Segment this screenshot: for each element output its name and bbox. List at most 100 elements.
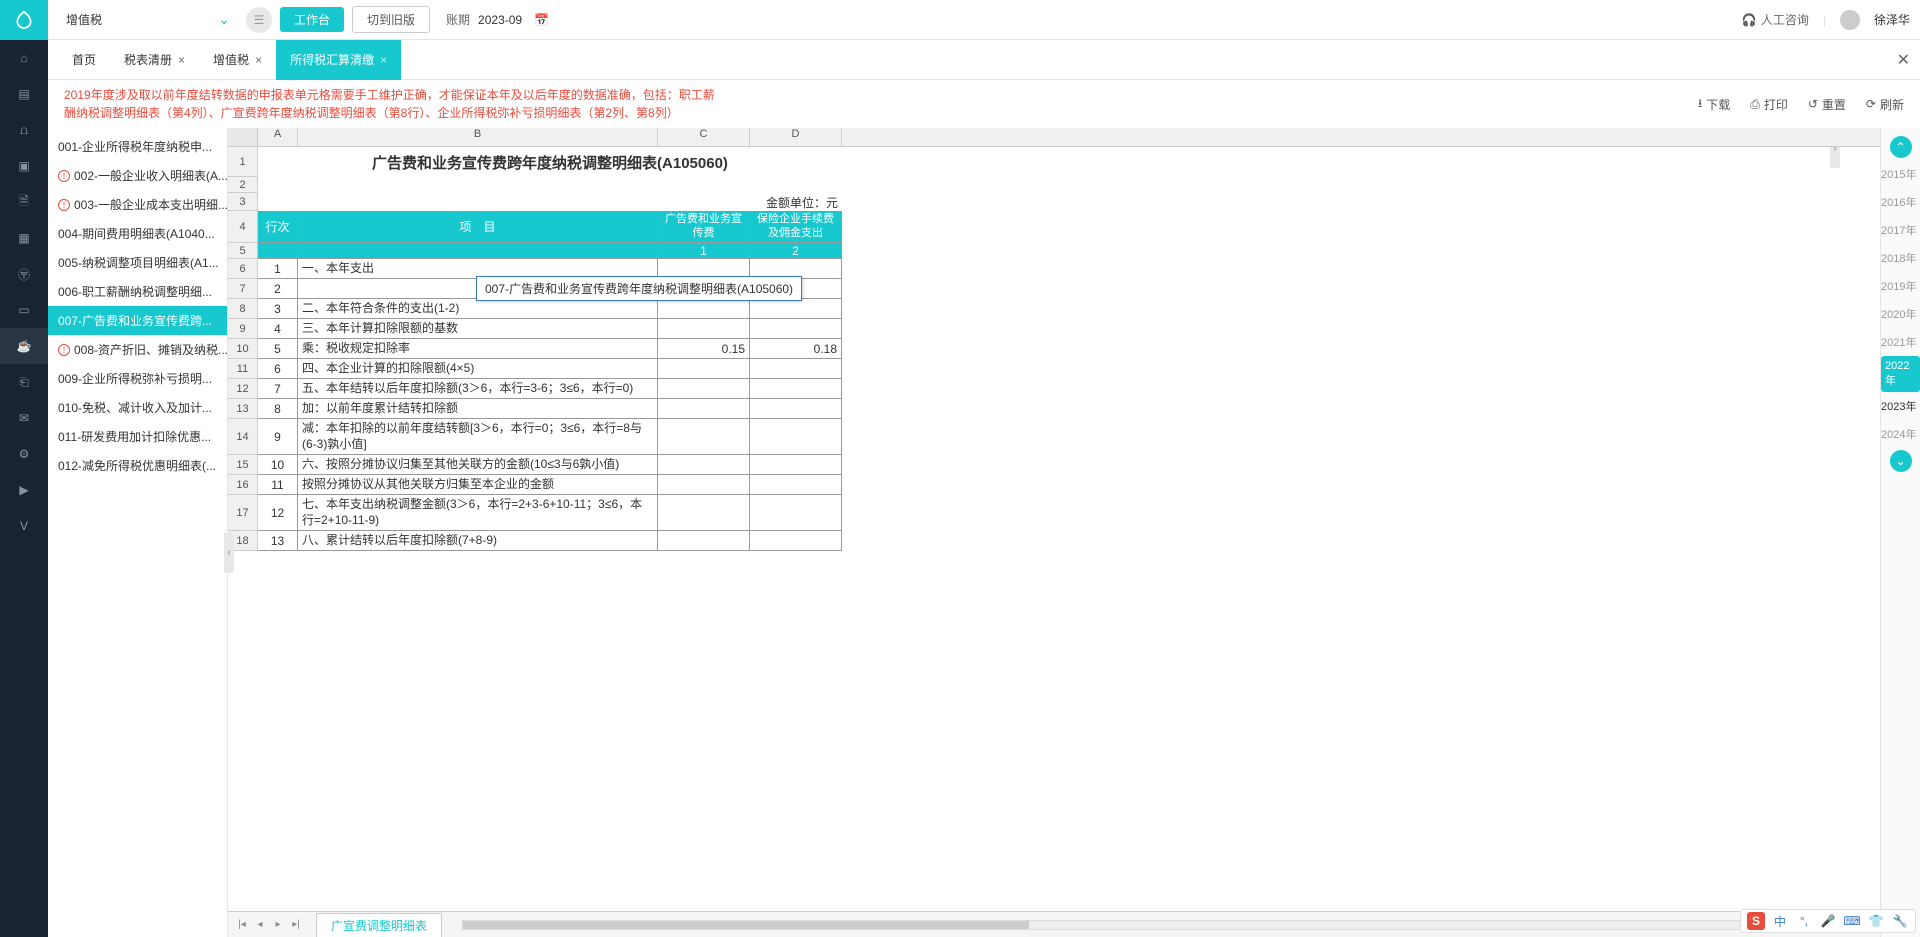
horizontal-scrollbar[interactable]: [462, 919, 1880, 931]
ime-zh-icon[interactable]: 中: [1771, 912, 1789, 930]
form-item-4[interactable]: 005-纳税调整项目明细表(A1...: [48, 248, 227, 277]
year-2022年[interactable]: 2022年: [1881, 356, 1920, 392]
row-header[interactable]: 10: [228, 339, 258, 359]
nav-stamp-icon[interactable]: 〶: [0, 256, 48, 292]
tab-2[interactable]: 增值税×: [199, 40, 276, 80]
col-header-a[interactable]: A: [258, 128, 298, 146]
cell[interactable]: 10: [258, 455, 298, 475]
cell[interactable]: [658, 379, 750, 399]
refresh-button[interactable]: ⟳刷新: [1866, 94, 1904, 115]
cell[interactable]: 八、累计结转以后年度扣除额(7+8-9): [298, 531, 658, 551]
scroll-thumb[interactable]: [463, 921, 1029, 929]
cell[interactable]: 七、本年支出纳税调整金额(3＞6，本行=2+3-6+10-11；3≤6，本行=2…: [298, 495, 658, 531]
cell[interactable]: [750, 475, 842, 495]
nav-report-icon[interactable]: ▦: [0, 220, 48, 256]
nav-bag-icon[interactable]: ▣: [0, 148, 48, 184]
cell[interactable]: 广告费和业务宣传费: [658, 211, 750, 243]
cell[interactable]: 减：本年扣除的以前年度结转额[3＞6，本行=0；3≤6，本行=8与(6-3)孰小…: [298, 419, 658, 455]
year-2015年[interactable]: 2015年: [1881, 160, 1920, 188]
nav-video-icon[interactable]: ▶: [0, 472, 48, 508]
cell[interactable]: 乘：税收规定扣除率: [298, 339, 658, 359]
nav-settings-icon[interactable]: ⚙: [0, 436, 48, 472]
cell[interactable]: 行次: [258, 211, 298, 243]
row-header[interactable]: 2: [228, 177, 258, 193]
row-header[interactable]: 15: [228, 455, 258, 475]
year-2024年[interactable]: 2024年: [1881, 420, 1920, 448]
cell[interactable]: 二、本年符合条件的支出(1-2): [298, 299, 658, 319]
year-2020年[interactable]: 2020年: [1881, 300, 1920, 328]
cell[interactable]: [750, 399, 842, 419]
nav-doc-icon[interactable]: ▤: [0, 76, 48, 112]
ime-mic-icon[interactable]: 🎤: [1819, 912, 1837, 930]
row-header[interactable]: 8: [228, 299, 258, 319]
ime-keyboard-icon[interactable]: ⌨: [1843, 912, 1861, 930]
cell[interactable]: [658, 299, 750, 319]
cell[interactable]: 六、按照分摊协议归集至其他关联方的金额(10≤3与6孰小值): [298, 455, 658, 475]
sheet-first-icon[interactable]: |◂: [234, 919, 250, 930]
year-2023年[interactable]: 2023年: [1881, 392, 1920, 420]
cell[interactable]: 13: [258, 531, 298, 551]
year-2019年[interactable]: 2019年: [1881, 272, 1920, 300]
username[interactable]: 徐泽华: [1874, 11, 1910, 28]
cell[interactable]: 加：以前年度累计结转扣除额: [298, 399, 658, 419]
cell[interactable]: [658, 359, 750, 379]
form-item-9[interactable]: 010-免税、减计收入及加计...: [48, 393, 227, 422]
ime-s-icon[interactable]: S: [1747, 912, 1765, 930]
ime-toolbar[interactable]: S 中 °, 🎤 ⌨ 👕 🔧: [1740, 909, 1916, 933]
period-value[interactable]: 2023-09: [478, 13, 522, 27]
form-item-1[interactable]: !002-一般企业收入明细表(A...: [48, 161, 227, 190]
form-item-2[interactable]: !003-一般企业成本支出明细...: [48, 190, 227, 219]
nav-clipboard-icon[interactable]: 🗎: [0, 184, 48, 220]
cell[interactable]: [750, 531, 842, 551]
form-item-3[interactable]: 004-期间费用明细表(A1040...: [48, 219, 227, 248]
cell[interactable]: 0.18: [750, 339, 842, 359]
cell[interactable]: [658, 531, 750, 551]
cell[interactable]: 8: [258, 399, 298, 419]
avatar[interactable]: [1840, 10, 1860, 30]
row-header[interactable]: 11: [228, 359, 258, 379]
cell[interactable]: 3: [258, 299, 298, 319]
cell[interactable]: 1: [258, 259, 298, 279]
calendar-icon[interactable]: 📅: [534, 13, 549, 27]
form-item-5[interactable]: 006-职工薪酬纳税调整明细...: [48, 277, 227, 306]
cell[interactable]: 按照分摊协议从其他关联方归集至本企业的金额: [298, 475, 658, 495]
col-header-b[interactable]: B: [298, 128, 658, 146]
cell[interactable]: 五、本年结转以后年度扣除额(3＞6，本行=3-6；3≤6，本行=0): [298, 379, 658, 399]
cell[interactable]: [750, 455, 842, 475]
cell[interactable]: [658, 399, 750, 419]
cell[interactable]: [658, 419, 750, 455]
consult-link[interactable]: 🎧人工咨询: [1742, 11, 1809, 28]
cell[interactable]: [258, 177, 842, 193]
cell[interactable]: 四、本企业计算的扣除限额(4×5): [298, 359, 658, 379]
cell[interactable]: 0.15: [658, 339, 750, 359]
cell[interactable]: [658, 495, 750, 531]
row-header[interactable]: 6: [228, 259, 258, 279]
list-toggle-button[interactable]: ☰: [246, 7, 272, 33]
cell[interactable]: 6: [258, 359, 298, 379]
close-icon[interactable]: ×: [255, 53, 262, 67]
cell[interactable]: 4: [258, 319, 298, 339]
cell[interactable]: 保险企业手续费及佣金支出: [750, 211, 842, 243]
row-header[interactable]: 16: [228, 475, 258, 495]
year-up-button[interactable]: ⌃: [1890, 136, 1912, 158]
cell[interactable]: [750, 379, 842, 399]
reset-button[interactable]: ↺重置: [1808, 94, 1846, 115]
row-header[interactable]: 5: [228, 243, 258, 259]
cell[interactable]: 项 目: [298, 211, 658, 243]
form-item-11[interactable]: 012-减免所得税优惠明细表(...: [48, 451, 227, 480]
nav-archive-icon[interactable]: ⎗: [0, 364, 48, 400]
row-header[interactable]: 9: [228, 319, 258, 339]
year-2016年[interactable]: 2016年: [1881, 188, 1920, 216]
tab-3[interactable]: 所得税汇算清缴×: [276, 40, 401, 80]
row-header[interactable]: 17: [228, 495, 258, 531]
cell[interactable]: [750, 419, 842, 455]
cell[interactable]: 广告费和业务宣传费跨年度纳税调整明细表(A105060): [258, 147, 842, 177]
tab-0[interactable]: 首页: [58, 40, 110, 80]
year-2017年[interactable]: 2017年: [1881, 216, 1920, 244]
cell[interactable]: 2: [258, 279, 298, 299]
cell[interactable]: [750, 359, 842, 379]
ime-tool-icon[interactable]: 🔧: [1891, 912, 1909, 930]
collapse-handle[interactable]: ‹: [224, 533, 234, 573]
cell[interactable]: [750, 495, 842, 531]
row-header[interactable]: 3: [228, 193, 258, 211]
